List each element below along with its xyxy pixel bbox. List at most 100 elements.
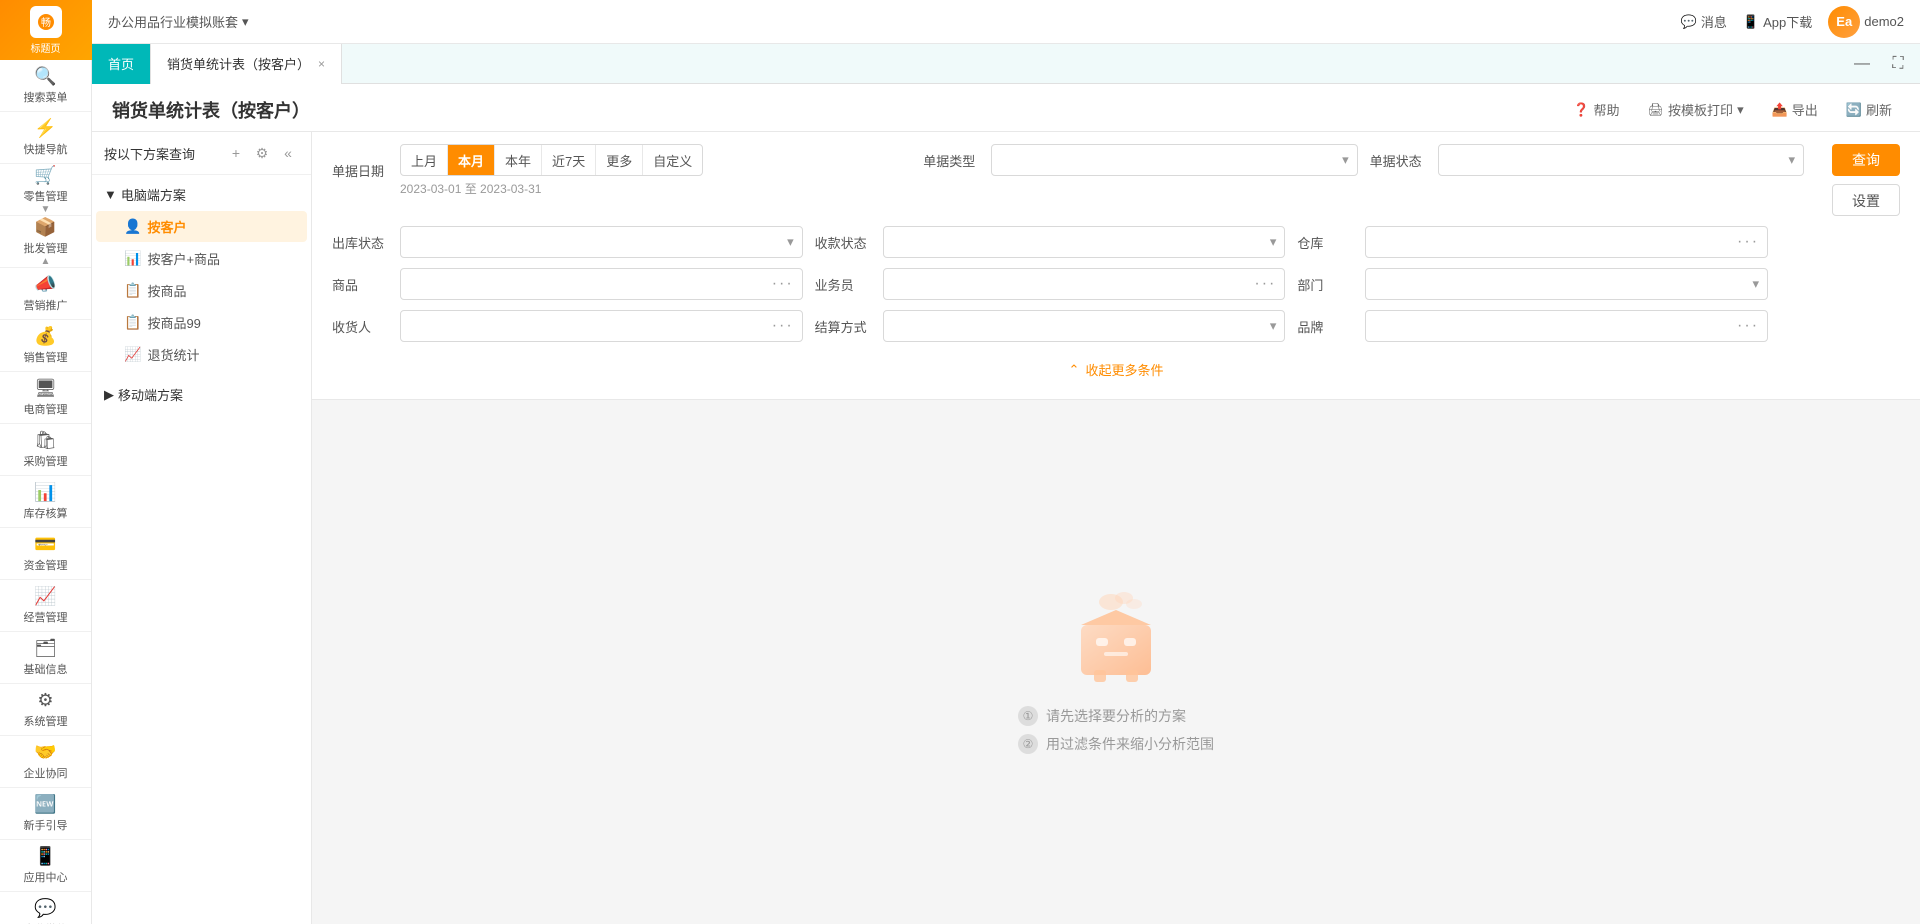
enterprise-icon: 🤝 (34, 742, 56, 763)
type-selector[interactable]: ▾ (991, 144, 1357, 176)
tab-minimize-btn[interactable]: — (1848, 50, 1876, 78)
stock-selector[interactable]: ▾ (400, 226, 803, 258)
tree-item-goods99-label: 按商品99 (147, 313, 200, 332)
sidebar-item-quicknav-label: 快捷导航 (24, 141, 68, 157)
message-icon: 💬 (1681, 14, 1697, 30)
sidebar-item-marketing[interactable]: 📣 营销推广 (0, 268, 91, 320)
tree-item-returns[interactable]: 📈 退货统计 (96, 339, 307, 370)
sidebar-item-quicknav[interactable]: ⚡ 快捷导航 (0, 112, 91, 164)
inventory-icon: 📊 (34, 482, 56, 503)
sidebar-item-wholesale[interactable]: 📦 批发管理 ▲ (0, 216, 91, 268)
receiver-selector[interactable]: ··· (400, 310, 803, 342)
sidebar-item-operation[interactable]: 📈 经营管理 (0, 580, 91, 632)
date-filter[interactable]: 上月 本月 本年 近7天 更多 自定义 (400, 144, 703, 176)
sidebar-item-retail[interactable]: 🛒 零售管理 ▼ (0, 164, 91, 216)
tree-item-by-goods[interactable]: 📋 按商品 (96, 275, 307, 306)
print-icon: 🖨 (1648, 102, 1665, 118)
tree-group-mobile-header[interactable]: ▶ 移动端方案 (92, 379, 311, 410)
panel-add-btn[interactable]: + (225, 142, 247, 164)
date-btn-more[interactable]: 更多 (596, 144, 643, 176)
tab-home[interactable]: 首页 (92, 44, 151, 84)
date-btn-thisyear[interactable]: 本年 (495, 144, 542, 176)
tree-group-desktop-header[interactable]: ▼ 电脑端方案 (92, 179, 311, 210)
dept-label: 部门 (1297, 275, 1357, 294)
print-dropdown-arrow: ▾ (1737, 102, 1744, 118)
empty-tip-1: ① 请先选择要分析的方案 (1018, 706, 1214, 726)
tab-sales-report[interactable]: 销货单统计表（按客户） × (151, 44, 342, 84)
tree-item-returns-label: 退货统计 (147, 345, 199, 364)
page-title: 销货单统计表（按客户） (112, 97, 310, 123)
app-icon: 📱 (1743, 14, 1759, 30)
sidebar-item-inventory[interactable]: 📊 库存核算 (0, 476, 91, 528)
wholesale-icon: 📦 (34, 217, 56, 238)
tab-close-btn[interactable]: × (318, 57, 325, 71)
sidebar-menu: 🔍 搜索菜单 ⚡ 快捷导航 🛒 零售管理 ▼ 📦 批发管理 ▲ 📣 营销推广 💰… (0, 60, 91, 924)
sidebar-item-sales-label: 销售管理 (24, 349, 68, 365)
company-name: 办公用品行业模拟账套 (108, 12, 238, 31)
refresh-btn[interactable]: 🔄 刷新 (1838, 96, 1900, 123)
sidebar-item-base[interactable]: 🗂 基础信息 (0, 632, 91, 684)
help-icon: ❓ (1573, 102, 1589, 118)
date-btn-custom[interactable]: 自定义 (643, 144, 702, 176)
tree-item-by-customer-goods[interactable]: 📊 按客户+商品 (96, 243, 307, 274)
tree-item-by-goods99[interactable]: 📋 按商品99 (96, 307, 307, 338)
help-label: 帮助 (1594, 100, 1620, 119)
collapse-btn[interactable]: ⌃ 收起更多条件 (1069, 352, 1164, 387)
user-menu[interactable]: Ea demo2 (1828, 6, 1904, 38)
ecommerce-icon: 🖥 (34, 378, 57, 399)
brand-selector[interactable]: ··· (1365, 310, 1768, 342)
retail-icon: 🛒 (34, 165, 56, 186)
body-layout: 按以下方案查询 + ⚙ « ▼ 电脑端方案 👤 按客户 (92, 132, 1920, 924)
tab-home-label: 首页 (108, 54, 134, 73)
brand-dots: ··· (1737, 317, 1759, 335)
sidebar-item-system[interactable]: ⚙ 系统管理 (0, 684, 91, 736)
sidebar-logo[interactable]: 畅 标题页 (0, 0, 92, 60)
sidebar-item-wechat[interactable]: 💬 企业微信 (0, 892, 91, 924)
dept-selector[interactable]: ▾ (1365, 268, 1768, 300)
date-btn-thismonth[interactable]: 本月 (448, 144, 495, 176)
sidebar-item-marketing-label: 营销推广 (24, 297, 68, 313)
content-area: ① 请先选择要分析的方案 ② 用过滤条件来缩小分析范围 (312, 400, 1920, 924)
goods-selector[interactable]: ··· (400, 268, 803, 300)
sidebar-item-appcenter[interactable]: 📱 应用中心 (0, 840, 91, 892)
status-selector[interactable]: ▾ (1438, 144, 1804, 176)
sidebar-item-purchase[interactable]: 🛍 采购管理 (0, 424, 91, 476)
help-btn[interactable]: ❓ 帮助 (1565, 96, 1627, 123)
sidebar-item-ecommerce-label: 电商管理 (24, 401, 68, 417)
refresh-icon: 🔄 (1846, 102, 1862, 118)
sidebar-item-guide[interactable]: 🆕 新手引导 (0, 788, 91, 840)
status-selector-arrow: ▾ (1788, 152, 1795, 168)
avatar: Ea (1828, 6, 1860, 38)
empty-state: ① 请先选择要分析的方案 ② 用过滤条件来缩小分析范围 (1018, 570, 1214, 754)
warehouse-selector[interactable]: ··· (1365, 226, 1768, 258)
company-selector[interactable]: 办公用品行业模拟账套 ▾ (108, 12, 249, 31)
date-btn-lastmonth[interactable]: 上月 (401, 144, 448, 176)
settlement-selector[interactable]: ▾ (883, 310, 1286, 342)
settings-button[interactable]: 设置 (1832, 184, 1900, 216)
tab-maximize-btn[interactable]: ⛶ (1884, 50, 1912, 78)
export-btn[interactable]: 📤 导出 (1764, 96, 1826, 123)
sidebar-item-search[interactable]: 🔍 搜索菜单 (0, 60, 91, 112)
tree-group-mobile-arrow: ▶ (104, 387, 114, 403)
payment-selector[interactable]: ▾ (883, 226, 1286, 258)
sidebar-item-finance[interactable]: 💳 资金管理 (0, 528, 91, 580)
quicknav-icon: ⚡ (34, 118, 56, 139)
date-label: 单据日期 (332, 161, 392, 180)
operation-icon: 📈 (34, 586, 56, 607)
customer-goods-icon: 📊 (124, 250, 141, 267)
panel-settings-btn[interactable]: ⚙ (251, 142, 273, 164)
message-btn[interactable]: 💬 消息 (1681, 12, 1727, 31)
warehouse-dots: ··· (1737, 233, 1759, 251)
sidebar-item-ecommerce[interactable]: 🖥 电商管理 (0, 372, 91, 424)
panel-collapse-btn[interactable]: « (277, 142, 299, 164)
sidebar-item-enterprise-label: 企业协同 (24, 765, 68, 781)
date-btn-7days[interactable]: 近7天 (542, 144, 596, 176)
tree-item-by-customer[interactable]: 👤 按客户 (96, 211, 307, 242)
sidebar-item-sales[interactable]: 💰 销售管理 (0, 320, 91, 372)
app-download-btn[interactable]: 📱 App下载 (1743, 12, 1812, 31)
salesman-selector[interactable]: ··· (883, 268, 1286, 300)
left-panel: 按以下方案查询 + ⚙ « ▼ 电脑端方案 👤 按客户 (92, 132, 312, 924)
print-btn[interactable]: 🖨 按模板打印 ▾ (1640, 96, 1752, 123)
sidebar-item-enterprise[interactable]: 🤝 企业协同 (0, 736, 91, 788)
query-button[interactable]: 查询 (1832, 144, 1900, 176)
